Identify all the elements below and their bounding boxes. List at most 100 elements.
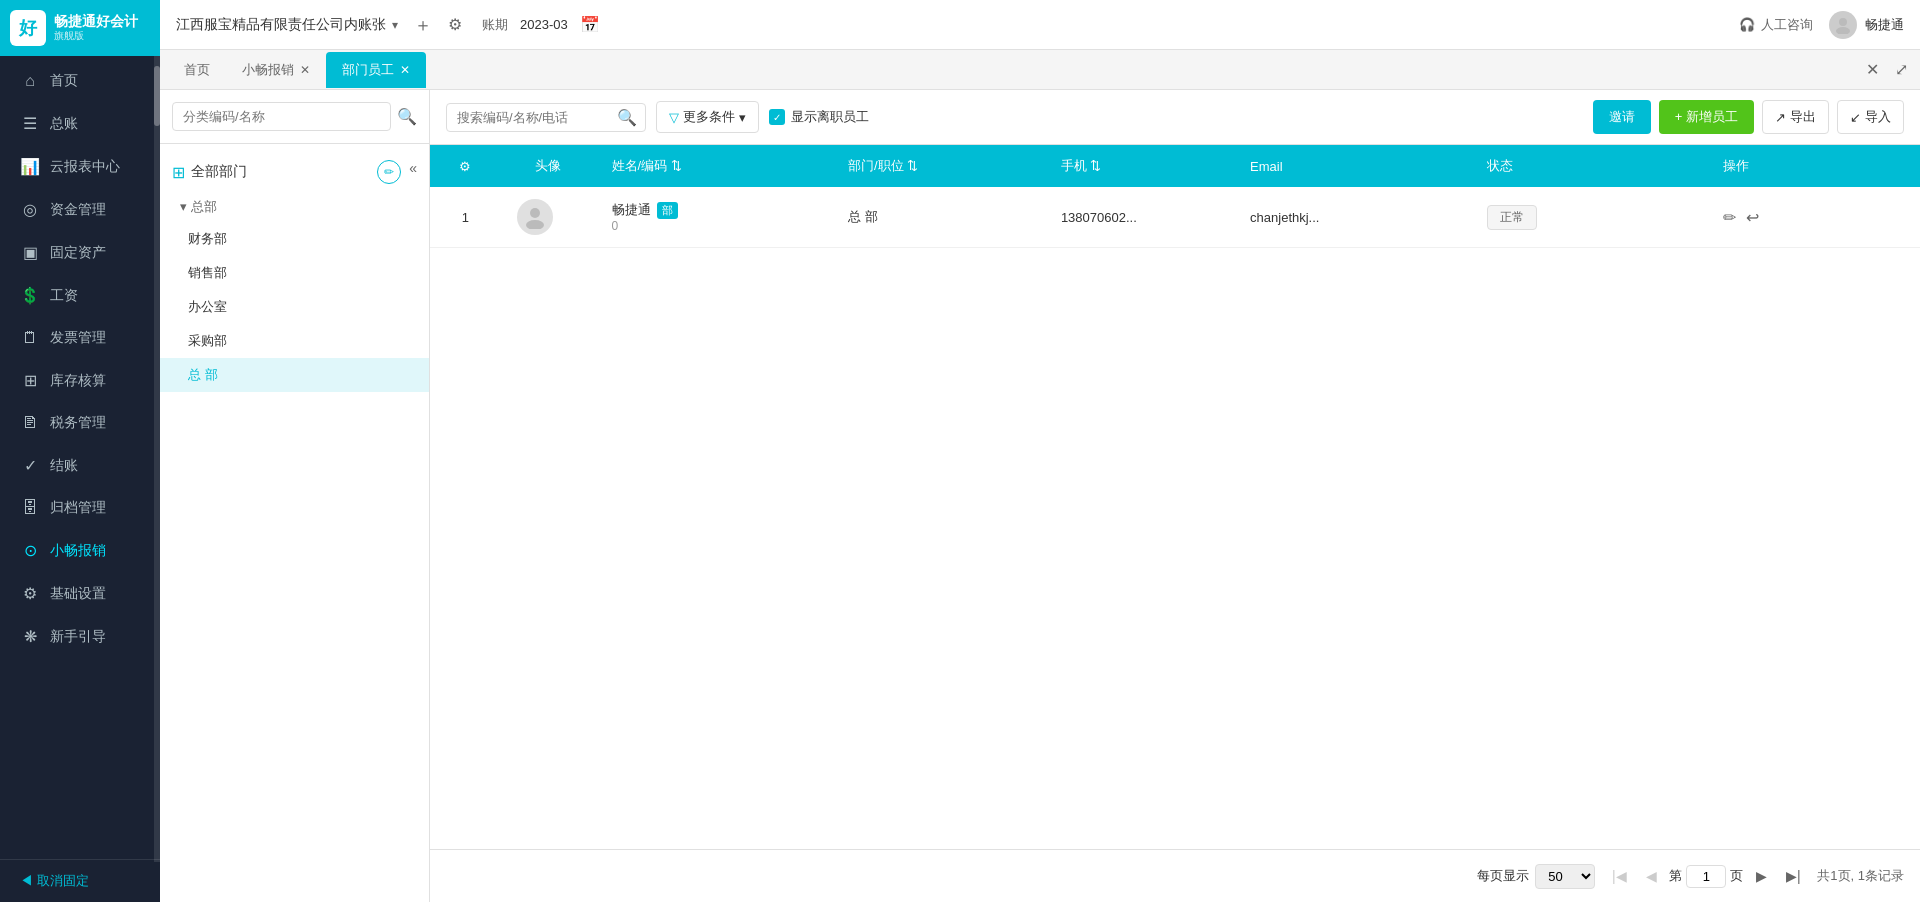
sidebar-item-ledger[interactable]: ☰ 总账 bbox=[0, 102, 160, 145]
dept-badge: 部 bbox=[657, 202, 678, 219]
tab-home[interactable]: 首页 bbox=[168, 52, 226, 88]
tab-expense[interactable]: 小畅报销 ✕ bbox=[226, 52, 326, 88]
page-number-input[interactable] bbox=[1686, 865, 1726, 888]
dept-item-finance[interactable]: 财务部 bbox=[160, 222, 429, 256]
next-page-btn[interactable]: ▶ bbox=[1747, 862, 1775, 890]
th-status: 状态 bbox=[1471, 145, 1708, 187]
sidebar-item-label: 基础设置 bbox=[50, 585, 106, 603]
top-bar-right: 🎧 人工咨询 畅捷通 bbox=[1739, 11, 1904, 39]
checkout-icon: ✓ bbox=[20, 456, 40, 475]
logo-title: 畅捷通好会计 bbox=[54, 13, 138, 30]
left-panel: 🔍 ⊞ 全部部门 ✏ « ▾ 总部 财务部 bbox=[160, 90, 430, 902]
row-action-buttons: ✏ ↩ bbox=[1723, 208, 1904, 227]
filter-icon: ▽ bbox=[669, 110, 679, 125]
main-area: 江西服宝精品有限责任公司内账张 ▾ ＋ ⚙ 账期 2023-03 📅 🎧 人工咨… bbox=[160, 0, 1920, 902]
sidebar-item-expense[interactable]: ⊙ 小畅报销 bbox=[0, 529, 160, 572]
sidebar-item-invoice[interactable]: 🗒 发票管理 bbox=[0, 317, 160, 359]
th-name[interactable]: 姓名/编码 ⇅ bbox=[596, 145, 833, 187]
dept-item-purchase[interactable]: 采购部 bbox=[160, 324, 429, 358]
sidebar-item-reports[interactable]: 📊 云报表中心 bbox=[0, 145, 160, 188]
sidebar-item-settings[interactable]: ⚙ 基础设置 bbox=[0, 572, 160, 615]
th-actions: 操作 bbox=[1707, 145, 1920, 187]
sidebar-item-inventory[interactable]: ⊞ 库存核算 bbox=[0, 359, 160, 402]
sidebar-logo: 好 畅捷通好会计 旗舰版 bbox=[0, 0, 160, 56]
settings-gear-icon[interactable]: ⚙ bbox=[448, 15, 462, 34]
dept-item-general[interactable]: 总 部 bbox=[160, 358, 429, 392]
sidebar-item-archive[interactable]: 🗄 归档管理 bbox=[0, 487, 160, 529]
inventory-icon: ⊞ bbox=[20, 371, 40, 390]
expense-icon: ⊙ bbox=[20, 541, 40, 560]
page-di-label: 第 bbox=[1669, 867, 1682, 885]
page-size-selector: 每页显示 50 10 20 100 bbox=[1477, 864, 1595, 889]
th-avatar: 头像 bbox=[501, 145, 596, 187]
row-name-cell: 畅捷通 部 0 bbox=[596, 187, 833, 248]
add-tab-button[interactable]: ＋ bbox=[410, 13, 436, 37]
sidebar-item-checkout[interactable]: ✓ 结账 bbox=[0, 444, 160, 487]
row-phone: 138070602... bbox=[1045, 187, 1234, 248]
calendar-icon[interactable]: 📅 bbox=[580, 15, 600, 34]
sidebar-item-home[interactable]: ⌂ 首页 bbox=[0, 60, 160, 102]
toolbar: 🔍 ▽ 更多条件 ▾ ✓ 显示离职员工 邀请 + 新增员工 ↗ 导出 bbox=[430, 90, 1920, 145]
logo-icon: 好 bbox=[10, 10, 46, 46]
cancel-fix-label: ◀ 取消固定 bbox=[20, 872, 89, 890]
row-actions: ✏ ↩ bbox=[1707, 187, 1920, 248]
sidebar-item-assets[interactable]: ▣ 固定资产 bbox=[0, 231, 160, 274]
dept-item-sales[interactable]: 销售部 bbox=[160, 256, 429, 290]
export-button[interactable]: ↗ 导出 bbox=[1762, 100, 1829, 134]
customer-service-button[interactable]: 🎧 人工咨询 bbox=[1739, 16, 1813, 34]
status-badge: 正常 bbox=[1487, 205, 1537, 230]
headset-icon: 🎧 bbox=[1739, 17, 1755, 32]
th-settings[interactable]: ⚙ bbox=[430, 145, 501, 187]
sidebar-item-guide[interactable]: ❋ 新手引导 bbox=[0, 615, 160, 658]
first-page-btn[interactable]: |◀ bbox=[1605, 862, 1633, 890]
import-button[interactable]: ↙ 导入 bbox=[1837, 100, 1904, 134]
th-phone[interactable]: 手机 ⇅ bbox=[1045, 145, 1234, 187]
th-email: Email bbox=[1234, 145, 1471, 187]
last-page-btn[interactable]: ▶| bbox=[1779, 862, 1807, 890]
tab-department[interactable]: 部门员工 ✕ bbox=[326, 52, 426, 88]
filter-button[interactable]: ▽ 更多条件 ▾ bbox=[656, 101, 759, 133]
dept-item-office[interactable]: 办公室 bbox=[160, 290, 429, 324]
user-name: 畅捷通 bbox=[1865, 16, 1904, 34]
dept-collapse-btn[interactable]: « bbox=[409, 160, 417, 184]
sidebar-item-tax[interactable]: 🖹 税务管理 bbox=[0, 402, 160, 444]
tax-icon: 🖹 bbox=[20, 414, 40, 432]
tab-department-close[interactable]: ✕ bbox=[400, 63, 410, 77]
expand-tab-btn[interactable]: ⤢ bbox=[1891, 56, 1912, 83]
edit-button[interactable]: ✏ bbox=[1723, 208, 1736, 227]
table-row: 1 畅捷通 部 bbox=[430, 187, 1920, 248]
period-label: 账期 bbox=[482, 16, 508, 34]
prev-page-btn[interactable]: ◀ bbox=[1637, 862, 1665, 890]
row-index: 1 bbox=[430, 187, 501, 248]
sidebar-item-salary[interactable]: 💲 工资 bbox=[0, 274, 160, 317]
th-dept[interactable]: 部门/职位 ⇅ bbox=[832, 145, 1045, 187]
all-dept-header[interactable]: ⊞ 全部部门 ✏ « bbox=[160, 152, 429, 192]
svg-point-0 bbox=[1839, 18, 1847, 26]
dept-hq[interactable]: ▾ 总部 bbox=[160, 192, 429, 222]
dept-search-input[interactable] bbox=[172, 102, 391, 131]
company-selector[interactable]: 江西服宝精品有限责任公司内账张 ▾ bbox=[176, 16, 398, 34]
assets-icon: ▣ bbox=[20, 243, 40, 262]
toolbar-right: 邀请 + 新增员工 ↗ 导出 ↙ 导入 bbox=[1593, 100, 1904, 134]
invite-button[interactable]: 邀请 bbox=[1593, 100, 1651, 134]
show-resigned-toggle[interactable]: ✓ 显示离职员工 bbox=[769, 108, 869, 126]
employee-search-icon[interactable]: 🔍 bbox=[617, 108, 637, 127]
tab-expense-close[interactable]: ✕ bbox=[300, 63, 310, 77]
delete-button[interactable]: ↩ bbox=[1746, 208, 1759, 227]
logo-subtitle: 旗舰版 bbox=[54, 29, 138, 43]
sidebar-item-funds[interactable]: ◎ 资金管理 bbox=[0, 188, 160, 231]
close-tab-btn[interactable]: ✕ bbox=[1862, 56, 1883, 83]
show-resigned-checkbox[interactable]: ✓ bbox=[769, 109, 785, 125]
ledger-icon: ☰ bbox=[20, 114, 40, 133]
cancel-fix-button[interactable]: ◀ 取消固定 bbox=[0, 859, 160, 902]
employee-search-input[interactable] bbox=[457, 110, 617, 125]
dept-search-icon[interactable]: 🔍 bbox=[397, 107, 417, 126]
user-info[interactable]: 畅捷通 bbox=[1829, 11, 1904, 39]
add-employee-button[interactable]: + 新增员工 bbox=[1659, 100, 1754, 134]
per-page-select[interactable]: 50 10 20 100 bbox=[1535, 864, 1595, 889]
data-table: ⚙ 头像 姓名/编码 ⇅ 部门/职位 ⇅ 手机 ⇅ bbox=[430, 145, 1920, 849]
dept-add-btn[interactable]: ✏ bbox=[377, 160, 401, 184]
sidebar-item-label: 结账 bbox=[50, 457, 78, 475]
salary-icon: 💲 bbox=[20, 286, 40, 305]
tab-bar: 首页 小畅报销 ✕ 部门员工 ✕ ✕ ⤢ bbox=[160, 50, 1920, 90]
